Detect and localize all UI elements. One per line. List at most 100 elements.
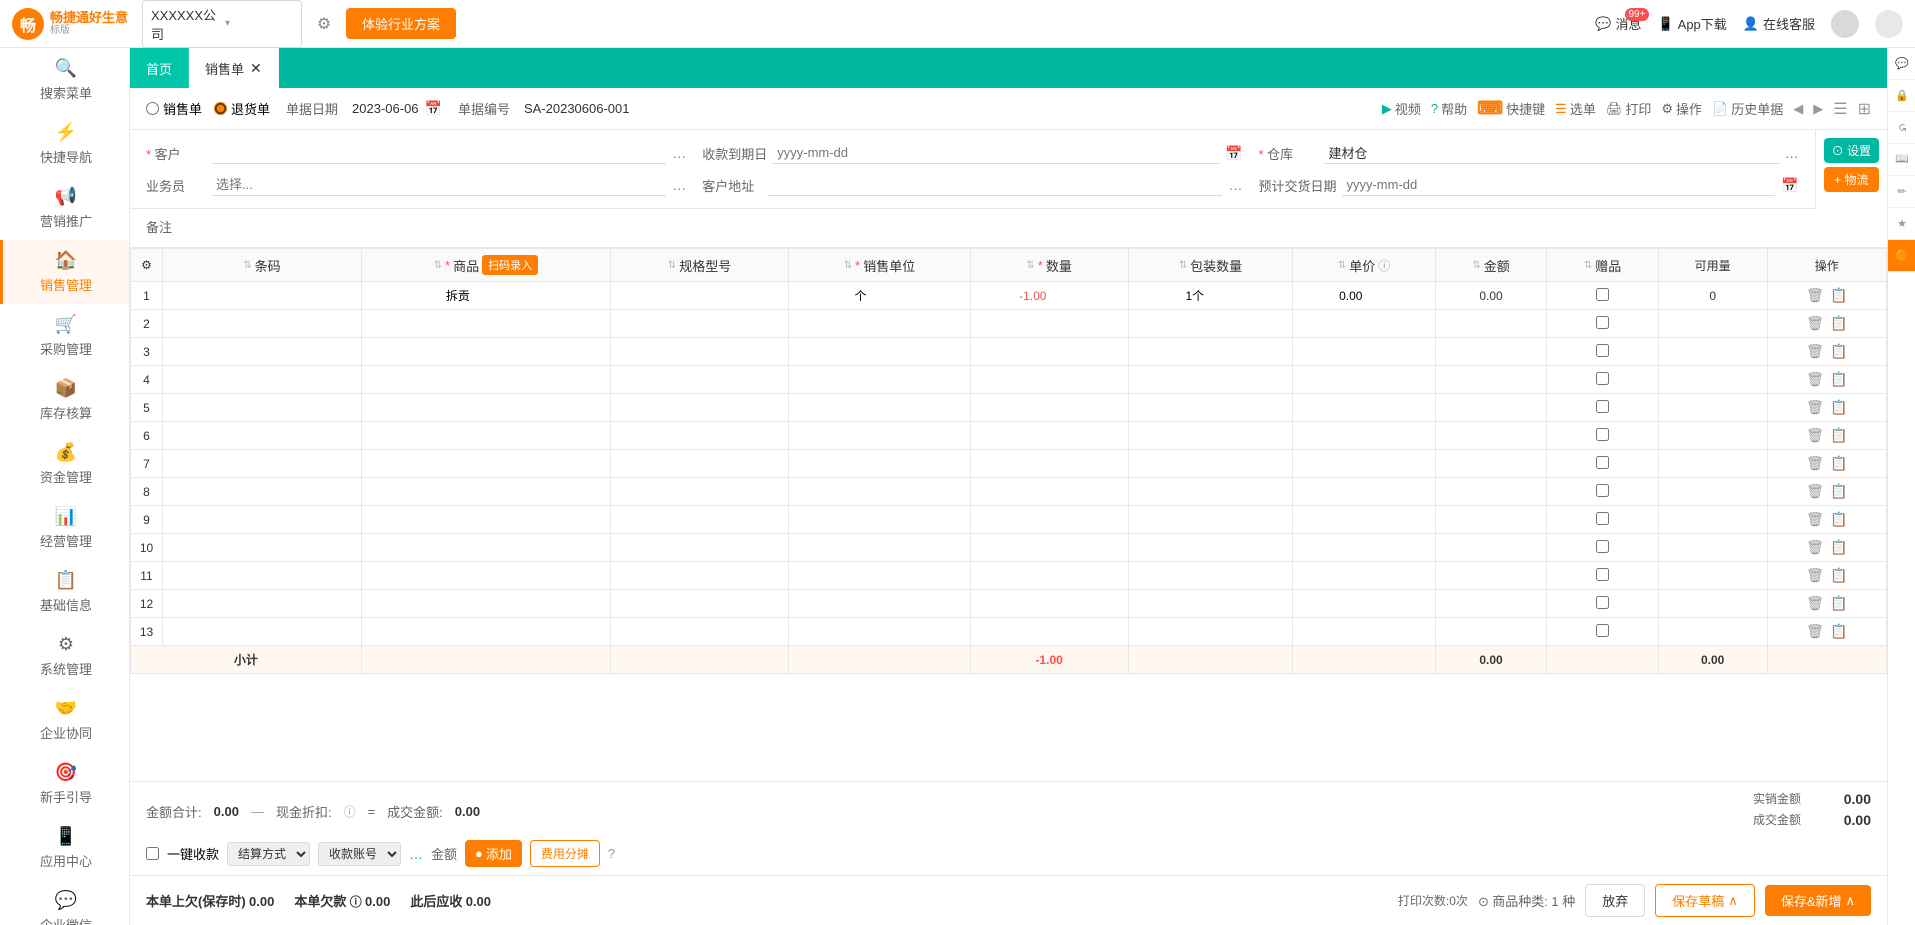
app-download-btn[interactable]: 📱 App下载	[1657, 14, 1726, 33]
row-price[interactable]	[1293, 450, 1435, 478]
packqty-input[interactable]	[1185, 541, 1235, 555]
copy-icon[interactable]: 📋	[1830, 315, 1847, 332]
message-btn[interactable]: 💬 消息 99+	[1595, 14, 1641, 33]
copy-icon[interactable]: 📋	[1830, 623, 1847, 640]
copy-icon[interactable]: 📋	[1830, 343, 1847, 360]
product-input[interactable]	[446, 541, 526, 555]
qty-input[interactable]	[1019, 401, 1079, 415]
row-pack-qty[interactable]	[1128, 618, 1293, 646]
unit-input[interactable]	[854, 485, 904, 499]
sidebar-item-sales[interactable]: 🏠 销售管理	[0, 240, 129, 304]
row-unit[interactable]	[789, 366, 970, 394]
row-gift[interactable]	[1547, 310, 1659, 338]
row-price[interactable]	[1293, 618, 1435, 646]
row-qty[interactable]	[970, 422, 1128, 450]
row-pack-qty[interactable]	[1128, 338, 1293, 366]
spec-input[interactable]	[665, 345, 735, 359]
row-spec[interactable]	[610, 282, 788, 310]
sidebar-item-quick-nav[interactable]: ⚡ 快捷导航	[0, 112, 129, 176]
row-barcode[interactable]	[163, 422, 362, 450]
row-product[interactable]	[361, 338, 610, 366]
copy-icon[interactable]: 📋	[1830, 455, 1847, 472]
row-spec[interactable]	[610, 338, 788, 366]
row-product[interactable]	[361, 506, 610, 534]
row-spec[interactable]	[610, 618, 788, 646]
view-grid-icon[interactable]: ⊞	[1858, 99, 1871, 119]
spec-input[interactable]	[665, 513, 735, 527]
spec-input[interactable]	[665, 485, 735, 499]
row-pack-qty[interactable]	[1128, 478, 1293, 506]
row-product[interactable]	[361, 562, 610, 590]
price-input[interactable]	[1339, 569, 1389, 583]
expected-date-calendar-icon[interactable]: 📅	[1781, 177, 1798, 194]
product-input[interactable]	[446, 485, 526, 499]
qty-input[interactable]	[1019, 569, 1079, 583]
product-input[interactable]	[446, 569, 526, 583]
row-qty[interactable]	[970, 338, 1128, 366]
row-qty[interactable]	[970, 310, 1128, 338]
row-gift[interactable]	[1547, 450, 1659, 478]
save-new-btn[interactable]: 保存&新增 ∧	[1765, 885, 1871, 916]
sidebar-item-purchase[interactable]: 🛒 采购管理	[0, 304, 129, 368]
row-unit[interactable]	[789, 506, 970, 534]
packqty-input[interactable]	[1185, 288, 1235, 302]
row-barcode[interactable]	[163, 506, 362, 534]
price-input[interactable]	[1339, 625, 1389, 639]
row-price[interactable]	[1293, 310, 1435, 338]
tab-close-icon[interactable]: ✕	[250, 60, 262, 77]
price-input[interactable]	[1339, 317, 1389, 331]
row-barcode[interactable]	[163, 310, 362, 338]
help-btn[interactable]: ? 帮助	[1431, 99, 1467, 118]
row-product[interactable]	[361, 366, 610, 394]
row-qty[interactable]	[970, 618, 1128, 646]
video-btn[interactable]: ▶ 视频	[1382, 99, 1421, 118]
discount-info-icon[interactable]: ⓘ	[344, 803, 356, 820]
unit-input[interactable]	[854, 317, 904, 331]
price-input[interactable]	[1339, 457, 1389, 471]
qty-input[interactable]	[1019, 513, 1079, 527]
gift-checkbox[interactable]	[1596, 428, 1609, 441]
row-gift[interactable]	[1547, 618, 1659, 646]
row-qty[interactable]	[970, 506, 1128, 534]
packqty-input[interactable]	[1185, 373, 1235, 387]
qty-input[interactable]	[1019, 541, 1079, 555]
row-unit[interactable]	[789, 394, 970, 422]
radio-return-input[interactable]	[214, 102, 227, 115]
sidebar-item-wechat[interactable]: 💬 企业微信	[0, 880, 129, 925]
row-qty[interactable]	[970, 478, 1128, 506]
row-gift[interactable]	[1547, 590, 1659, 618]
row-barcode[interactable]	[163, 450, 362, 478]
row-product[interactable]	[361, 422, 610, 450]
row-spec[interactable]	[610, 366, 788, 394]
price-input[interactable]	[1339, 513, 1389, 527]
copy-icon[interactable]: 📋	[1830, 511, 1847, 528]
row-price[interactable]	[1293, 534, 1435, 562]
row-price[interactable]	[1293, 338, 1435, 366]
sort-gift-icon[interactable]: ⇅	[1584, 260, 1592, 271]
delete-icon[interactable]: 🗑	[1806, 595, 1824, 612]
trial-button[interactable]: 体验行业方案	[346, 8, 456, 39]
row-pack-qty[interactable]	[1128, 562, 1293, 590]
packqty-input[interactable]	[1185, 625, 1235, 639]
unit-input[interactable]	[854, 429, 904, 443]
expense-btn[interactable]: 费用分摊	[530, 840, 600, 867]
product-input[interactable]	[446, 317, 526, 331]
row-unit[interactable]	[789, 618, 970, 646]
sidebar-item-enterprise[interactable]: 🤝 企业协同	[0, 688, 129, 752]
sort-price-icon[interactable]: ⇅	[1338, 260, 1346, 271]
sidebar-item-business[interactable]: 📊 经营管理	[0, 496, 129, 560]
product-input[interactable]	[446, 513, 526, 527]
expected-date-input[interactable]	[1342, 174, 1775, 196]
operation-btn[interactable]: ⚙ 操作	[1661, 99, 1702, 118]
spec-input[interactable]	[665, 569, 735, 583]
row-barcode[interactable]	[163, 282, 362, 310]
barcode-input[interactable]	[222, 401, 302, 415]
row-price[interactable]	[1293, 562, 1435, 590]
row-gift[interactable]	[1547, 394, 1659, 422]
price-info-icon[interactable]: ⓘ	[1378, 257, 1390, 274]
barcode-input[interactable]	[222, 457, 302, 471]
sort-spec-icon[interactable]: ⇅	[668, 260, 676, 271]
row-gift[interactable]	[1547, 562, 1659, 590]
product-input[interactable]	[446, 345, 526, 359]
nav-next-icon[interactable]: ▶	[1813, 101, 1823, 117]
